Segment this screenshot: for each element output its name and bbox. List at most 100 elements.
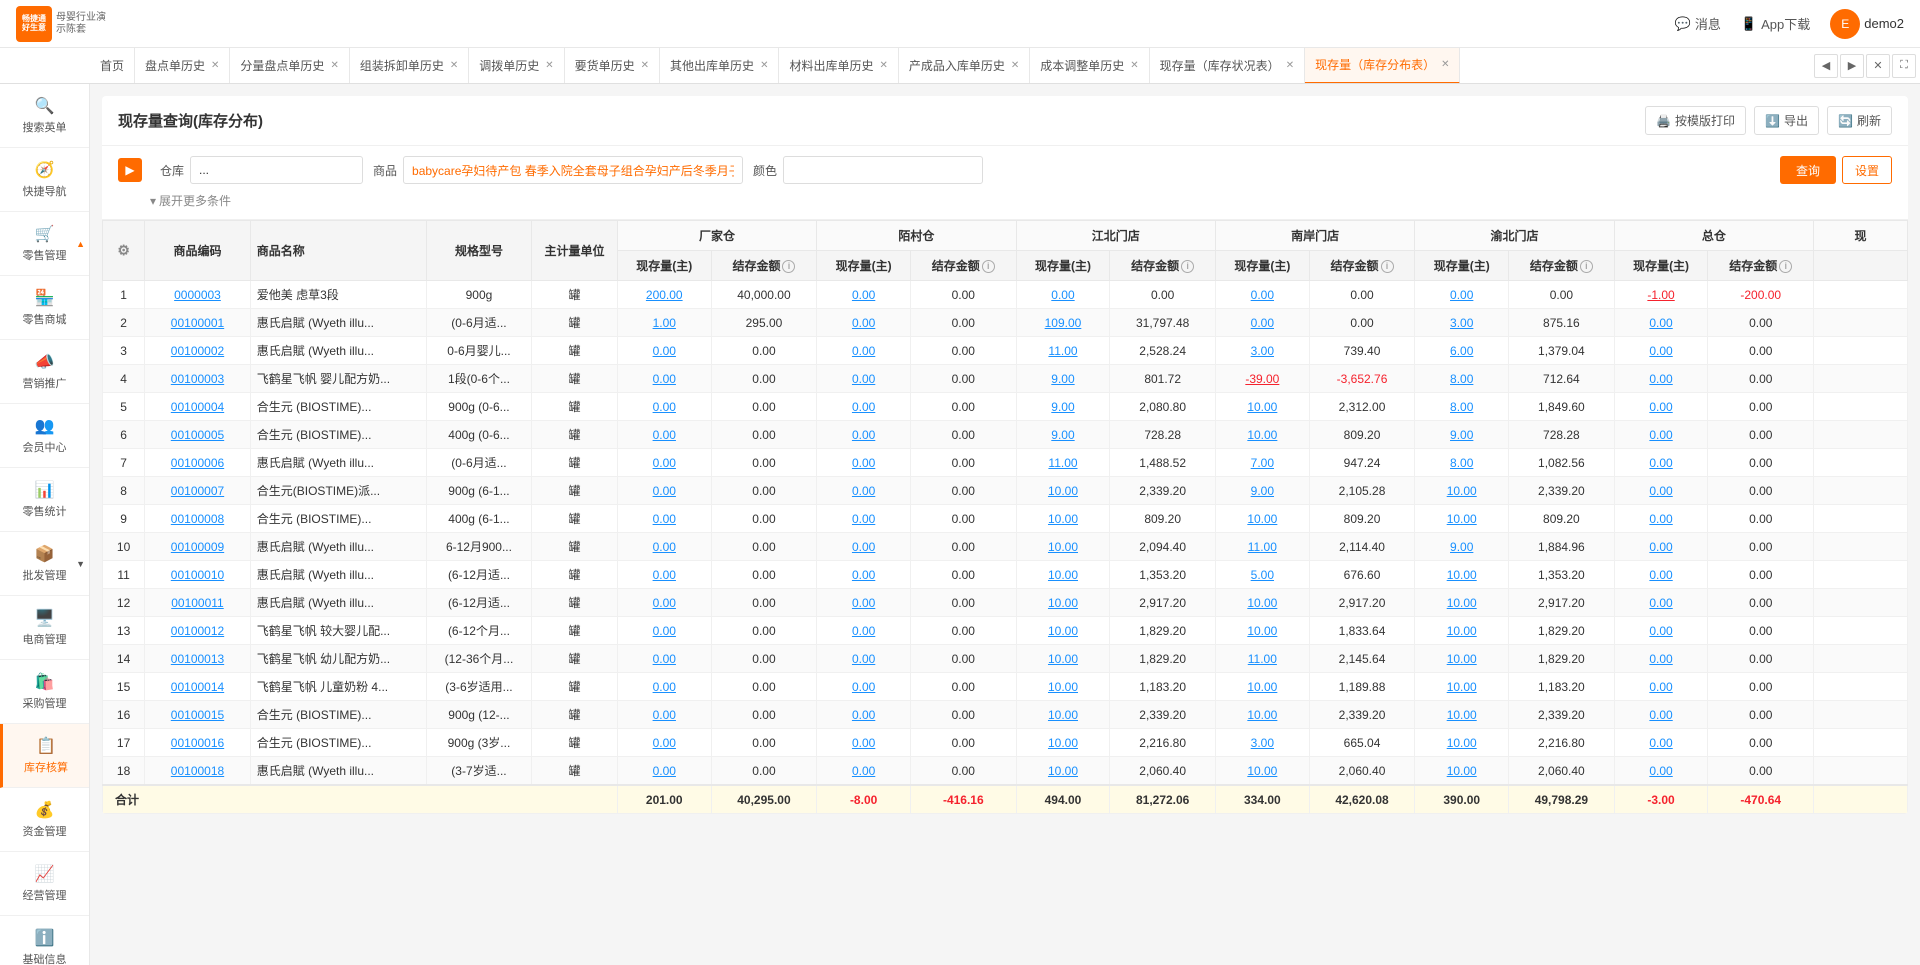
qty-link[interactable]: 0.00: [653, 456, 676, 470]
qty-link[interactable]: 3.00: [1450, 316, 1473, 330]
qty-link[interactable]: 0.00: [852, 624, 875, 638]
qty-link[interactable]: 0.00: [852, 708, 875, 722]
tab-order[interactable]: 要货单历史 ✕: [565, 48, 660, 84]
qty-link[interactable]: 10.00: [1447, 568, 1477, 582]
close-icon[interactable]: ✕: [545, 60, 553, 71]
qty-link[interactable]: 10.00: [1048, 512, 1078, 526]
qty-link[interactable]: 10.00: [1048, 736, 1078, 750]
qty-link[interactable]: 0.00: [1649, 484, 1672, 498]
qty-link[interactable]: 10.00: [1447, 708, 1477, 722]
qty-link[interactable]: 0.00: [653, 512, 676, 526]
info-total-icon[interactable]: i: [1779, 260, 1792, 273]
qty-link[interactable]: 0.00: [1649, 708, 1672, 722]
sidebar-item-retail-mgmt[interactable]: 🛒 零售管理 ▲: [0, 212, 89, 276]
qty-link[interactable]: 0.00: [653, 540, 676, 554]
code-link[interactable]: 00100015: [171, 708, 224, 722]
tab-other-out[interactable]: 其他出库单历史 ✕: [660, 48, 779, 84]
qty-link[interactable]: 10.00: [1447, 624, 1477, 638]
qty-link[interactable]: 9.00: [1051, 372, 1074, 386]
code-link[interactable]: 00100014: [171, 680, 224, 694]
qty-link[interactable]: 9.00: [1450, 540, 1473, 554]
code-link[interactable]: 00100003: [171, 372, 224, 386]
qty-link[interactable]: 3.00: [1251, 344, 1274, 358]
tab-finished-in[interactable]: 产成品入库单历史 ✕: [899, 48, 1030, 84]
qty-link[interactable]: 0.00: [1649, 764, 1672, 778]
qty-link[interactable]: 0.00: [852, 680, 875, 694]
qty-link[interactable]: 0.00: [1649, 652, 1672, 666]
qty-link[interactable]: 10.00: [1247, 400, 1277, 414]
qty-link[interactable]: 8.00: [1450, 400, 1473, 414]
export-btn[interactable]: ⬇️ 导出: [1754, 106, 1819, 135]
tab-stock-distribution[interactable]: 现存量（库存分布表） ✕: [1305, 48, 1460, 84]
qty-link[interactable]: 0.00: [852, 568, 875, 582]
qty-link[interactable]: 0.00: [1649, 456, 1672, 470]
goods-input[interactable]: [403, 156, 743, 184]
settings-icon[interactable]: ⚙: [117, 242, 130, 258]
tab-sub-inventory[interactable]: 分量盘点单历史 ✕: [230, 48, 349, 84]
sidebar-item-retail-mall[interactable]: 🏪 零售商城: [0, 276, 89, 340]
code-link[interactable]: 00100006: [171, 456, 224, 470]
print-btn[interactable]: 🖨️ 按模版打印: [1645, 106, 1746, 135]
qty-link[interactable]: 0.00: [1649, 568, 1672, 582]
sidebar-item-search[interactable]: 🔍 搜索英单: [0, 84, 89, 148]
qty-link[interactable]: 10.00: [1447, 484, 1477, 498]
qty-link[interactable]: 9.00: [1051, 428, 1074, 442]
code-link[interactable]: 00100004: [171, 400, 224, 414]
qty-link[interactable]: 8.00: [1450, 372, 1473, 386]
qty-link[interactable]: 11.00: [1248, 540, 1277, 554]
code-link[interactable]: 00100005: [171, 428, 224, 442]
close-icon[interactable]: ✕: [760, 60, 768, 71]
qty-link[interactable]: 10.00: [1048, 484, 1078, 498]
sidebar-item-retail-stats[interactable]: 📊 零售统计: [0, 468, 89, 532]
qty-link[interactable]: 6.00: [1450, 344, 1473, 358]
qty-link[interactable]: 0.00: [1649, 372, 1672, 386]
qty-link[interactable]: -1.00: [1647, 288, 1674, 302]
qty-link[interactable]: 0.00: [852, 288, 875, 302]
qty-link[interactable]: 10.00: [1447, 652, 1477, 666]
qty-link[interactable]: 10.00: [1048, 568, 1078, 582]
qty-link[interactable]: 8.00: [1450, 456, 1473, 470]
sidebar-item-operation[interactable]: 📈 经营管理: [0, 852, 89, 916]
qty-link[interactable]: 10.00: [1247, 596, 1277, 610]
qty-link[interactable]: 10.00: [1048, 652, 1078, 666]
code-link[interactable]: 00100013: [171, 652, 224, 666]
qty-link[interactable]: 10.00: [1247, 764, 1277, 778]
qty-link[interactable]: 0.00: [852, 764, 875, 778]
sidebar-item-wholesale[interactable]: 📦 批发管理 ▼: [0, 532, 89, 596]
info-cfj-icon[interactable]: i: [782, 260, 795, 273]
qty-link[interactable]: 10.00: [1048, 708, 1078, 722]
tab-stock-status[interactable]: 现存量（库存状况表） ✕: [1150, 48, 1305, 84]
tab-assemble[interactable]: 组装拆卸单历史 ✕: [350, 48, 469, 84]
code-link[interactable]: 00100012: [171, 624, 224, 638]
qty-link[interactable]: 0.00: [1251, 316, 1274, 330]
qty-link[interactable]: 0.00: [852, 428, 875, 442]
tab-close-current[interactable]: ✕: [1866, 54, 1890, 78]
qty-link[interactable]: 0.00: [1649, 344, 1672, 358]
code-link[interactable]: 00100007: [171, 484, 224, 498]
qty-link[interactable]: 0.00: [653, 400, 676, 414]
sidebar-item-marketing[interactable]: 📣 营销推广: [0, 340, 89, 404]
qty-link[interactable]: 0.00: [653, 736, 676, 750]
expand-toggle-btn[interactable]: ▶: [118, 158, 142, 182]
tab-maximize[interactable]: ⛶: [1892, 54, 1916, 78]
qty-link[interactable]: 0.00: [852, 400, 875, 414]
search-btn[interactable]: 查询: [1780, 156, 1836, 184]
tab-material-out[interactable]: 材料出库单历史 ✕: [779, 48, 898, 84]
qty-link[interactable]: 0.00: [852, 484, 875, 498]
code-link[interactable]: 00100016: [171, 736, 224, 750]
code-link[interactable]: 0000003: [174, 288, 221, 302]
code-link[interactable]: 00100008: [171, 512, 224, 526]
qty-link[interactable]: 0.00: [1649, 680, 1672, 694]
info-mcf-icon[interactable]: i: [982, 260, 995, 273]
qty-link[interactable]: 0.00: [1051, 288, 1074, 302]
qty-link[interactable]: 10.00: [1247, 708, 1277, 722]
tab-cost-adjust[interactable]: 成本调整单历史 ✕: [1030, 48, 1149, 84]
setting-btn[interactable]: 设置: [1842, 156, 1892, 184]
qty-link[interactable]: 0.00: [653, 680, 676, 694]
qty-link[interactable]: 10.00: [1048, 764, 1078, 778]
tab-inventory-check[interactable]: 盘点单历史 ✕: [135, 48, 230, 84]
qty-link[interactable]: 0.00: [852, 344, 875, 358]
qty-link[interactable]: 200.00: [646, 288, 683, 302]
qty-link[interactable]: 0.00: [852, 512, 875, 526]
qty-link[interactable]: 10.00: [1247, 624, 1277, 638]
